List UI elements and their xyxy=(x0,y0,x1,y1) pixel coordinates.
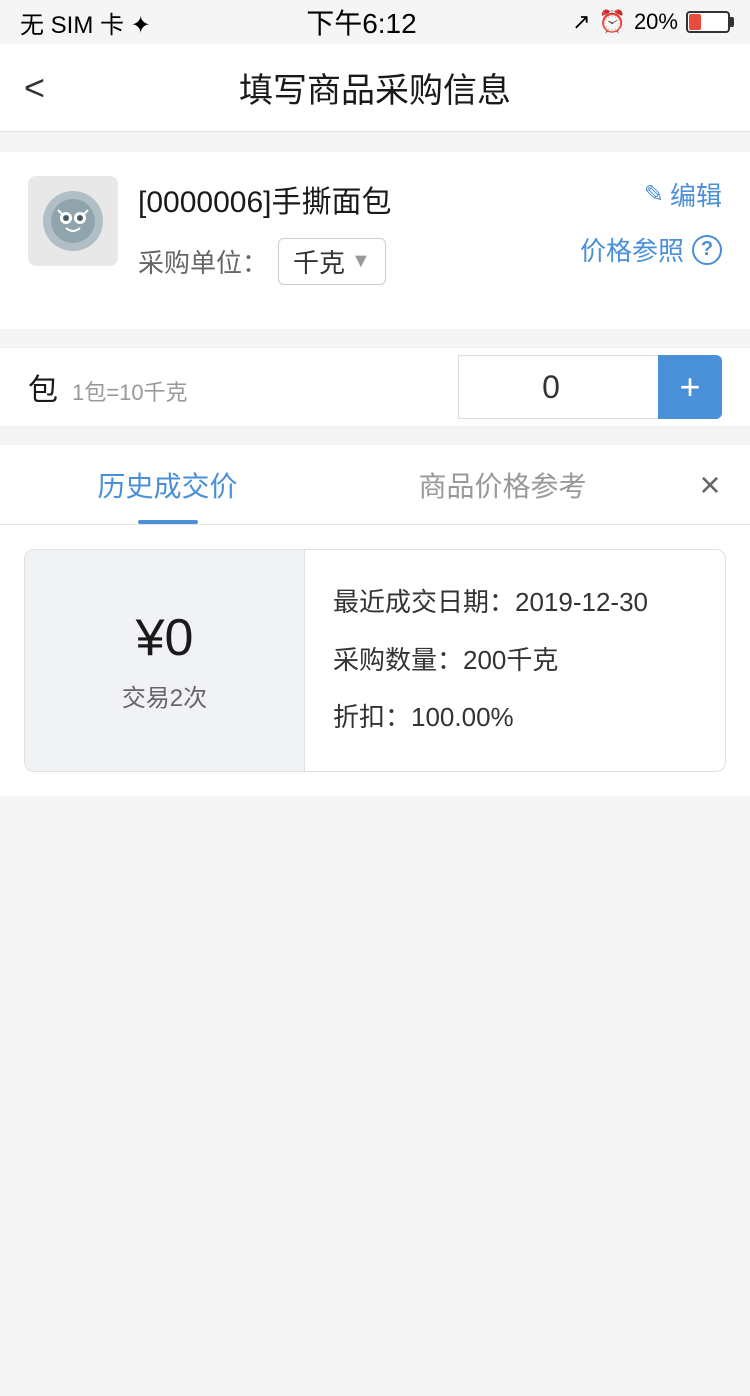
product-name: [0000006]手撕面包 xyxy=(138,182,391,224)
product-section: [0000006]手撕面包 采购单位： 千克 ▼ ✎ 编辑 价格 xyxy=(0,152,750,329)
status-bar: 无 SIM 卡 ✦ 下午6:12 ↗ ⏰ 20% xyxy=(0,0,750,44)
status-time: 下午6:12 xyxy=(306,2,417,42)
product-image-placeholder xyxy=(43,191,103,251)
card-price-summary: ¥0 交易2次 xyxy=(25,550,305,771)
nav-bar: < 填写商品采购信息 xyxy=(0,44,750,132)
product-logo-icon xyxy=(48,196,98,246)
discount-label: 折扣： xyxy=(333,702,411,732)
recent-date-value: 2019-12-30 xyxy=(515,587,648,617)
quantity-input[interactable] xyxy=(458,355,658,419)
history-price-card: ¥0 交易2次 最近成交日期：2019-12-30 采购数量：200千克 折扣：… xyxy=(24,549,726,772)
edit-icon: ✎ xyxy=(644,180,664,209)
quantity-label-group: 包 1包=10千克 xyxy=(28,365,188,409)
tab-history-label: 历史成交价 xyxy=(97,465,237,505)
tabs-container: 历史成交价 商品价格参考 × ¥0 交易2次 最近成交日期：2019-12-30… xyxy=(0,445,750,796)
product-info: [0000006]手撕面包 采购单位： 千克 ▼ xyxy=(28,176,391,285)
back-button[interactable]: < xyxy=(24,67,45,109)
discount-value: 100.00% xyxy=(411,702,514,732)
quantity-plus-button[interactable]: + xyxy=(658,355,722,419)
card-container: ¥0 交易2次 最近成交日期：2019-12-30 采购数量：200千克 折扣：… xyxy=(0,525,750,796)
battery-icon xyxy=(686,11,730,33)
alarm-icon: ⏰ xyxy=(599,9,626,35)
status-left: 无 SIM 卡 ✦ xyxy=(20,5,151,40)
location-icon: ↗ xyxy=(572,9,590,35)
sim-label: 无 SIM 卡 ✦ xyxy=(20,5,151,40)
card-discount: 折扣：100.00% xyxy=(333,697,697,739)
price-reference-button[interactable]: 价格参照 ? xyxy=(580,231,722,268)
bottom-area xyxy=(0,796,750,1396)
quantity-section: 包 1包=10千克 + xyxy=(0,347,750,427)
unit-select-dropdown[interactable]: 千克 ▼ xyxy=(278,238,386,285)
card-price-value: ¥0 xyxy=(136,608,194,668)
tab-history-price[interactable]: 历史成交价 xyxy=(0,445,335,524)
chevron-down-icon: ▼ xyxy=(351,250,371,273)
purchase-unit-label: 采购单位： xyxy=(138,243,268,280)
product-details: [0000006]手撕面包 采购单位： 千克 ▼ xyxy=(138,176,391,285)
tab-product-price-ref[interactable]: 商品价格参考 xyxy=(335,445,670,524)
product-thumbnail xyxy=(28,176,118,266)
quantity-input-group: + xyxy=(458,355,722,419)
edit-button[interactable]: ✎ 编辑 xyxy=(644,176,722,213)
quantity-value: 200千克 xyxy=(463,645,558,675)
edit-label: 编辑 xyxy=(670,176,722,213)
quantity-label: 采购数量： xyxy=(333,645,463,675)
help-icon: ? xyxy=(692,235,722,265)
purchase-unit-group: 采购单位： 千克 ▼ xyxy=(138,238,386,285)
tab-product-label: 商品价格参考 xyxy=(418,465,586,505)
product-header: [0000006]手撕面包 采购单位： 千克 ▼ ✎ 编辑 价格 xyxy=(28,176,722,285)
tabs-header: 历史成交价 商品价格参考 × xyxy=(0,445,750,525)
tab-close-button[interactable]: × xyxy=(670,464,750,506)
purchase-row: 采购单位： 千克 ▼ xyxy=(138,238,391,285)
battery-percent: 20% xyxy=(634,9,678,35)
price-ref-label: 价格参照 xyxy=(580,231,684,268)
card-quantity: 采购数量：200千克 xyxy=(333,640,697,682)
card-trades-count: 交易2次 xyxy=(122,678,207,713)
quantity-hint: 1包=10千克 xyxy=(72,375,188,407)
tab-active-indicator xyxy=(138,520,198,524)
quantity-unit: 包 xyxy=(28,365,58,409)
page-title: 填写商品采购信息 xyxy=(239,63,511,112)
status-right: ↗ ⏰ 20% xyxy=(572,9,730,35)
recent-date-label: 最近成交日期： xyxy=(333,587,515,617)
card-details: 最近成交日期：2019-12-30 采购数量：200千克 折扣：100.00% xyxy=(305,550,725,771)
unit-value: 千克 xyxy=(293,243,345,280)
card-recent-date: 最近成交日期：2019-12-30 xyxy=(333,582,697,624)
